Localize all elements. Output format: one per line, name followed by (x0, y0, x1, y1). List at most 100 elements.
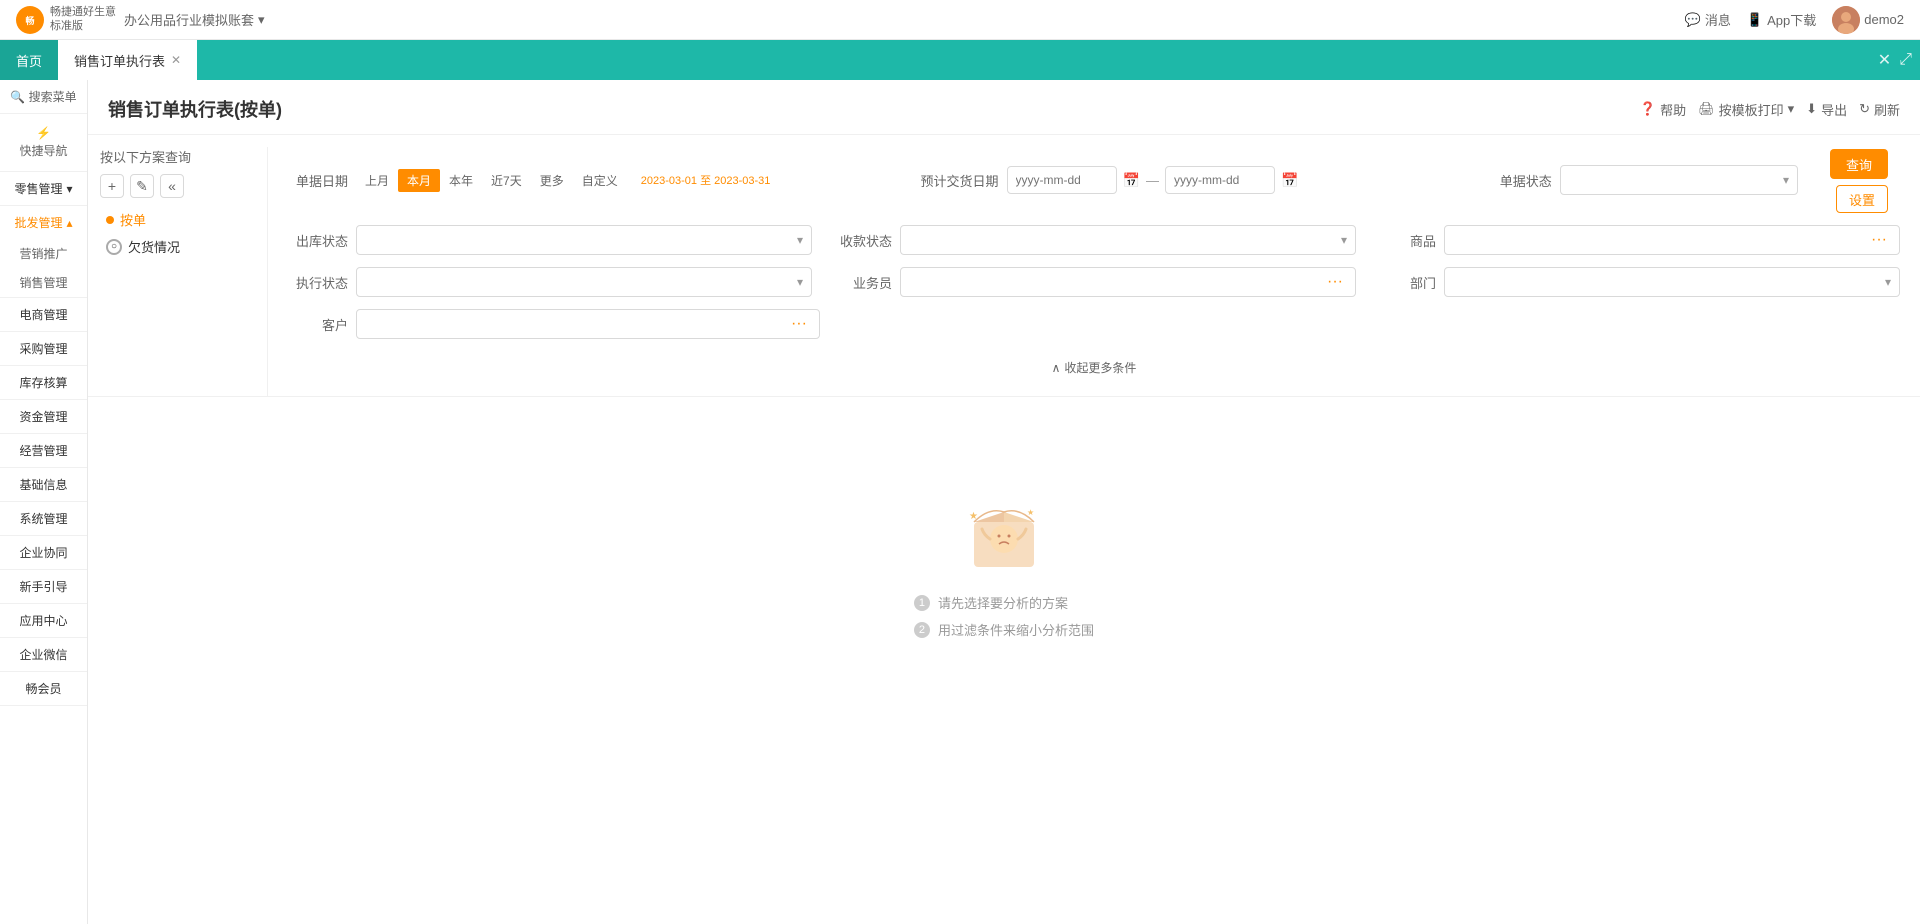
tab-expand-icon[interactable]: ⤢ (1899, 51, 1912, 69)
sidebar-newbie-header[interactable]: 新手引导 (0, 570, 87, 603)
logo-text: 畅捷通好生意 标准版 (50, 6, 116, 32)
sidebar-section-purchase: 采购管理 (0, 332, 87, 366)
sidebar-appstore-header[interactable]: 应用中心 (0, 604, 87, 637)
sidebar-section-system: 系统管理 (0, 502, 87, 536)
filter-scheme-panel: 按以下方案查询 + ✎ « 按单 ○ 欠货情况 (88, 147, 268, 396)
date-tabs: 上月 本月 本年 近7天 更多 自定义 (356, 169, 627, 192)
salesperson-ellipsis-icon[interactable]: ··· (1323, 273, 1347, 291)
payment-status-arrow-icon: ▾ (1341, 233, 1347, 247)
sidebar-section-finance: 资金管理 (0, 400, 87, 434)
sidebar-ops-header[interactable]: 经营管理 (0, 434, 87, 467)
logo-area: 畅 畅捷通好生意 标准版 (16, 6, 116, 34)
tab-close-icon[interactable]: ✕ (171, 53, 181, 67)
expected-date-to[interactable] (1165, 166, 1275, 194)
edit-scheme-button[interactable]: ✎ (130, 174, 154, 198)
date-tab-custom[interactable]: 自定义 (573, 169, 627, 192)
refresh-icon: ↻ (1859, 101, 1870, 117)
collapse-filter-button[interactable]: ∧ 收起更多条件 (288, 351, 1900, 384)
date-tab-last-month[interactable]: 上月 (356, 169, 398, 192)
exec-status-select[interactable]: ▾ (356, 267, 812, 297)
scheme-by-debt[interactable]: ○ 欠货情况 (100, 233, 255, 260)
tab-sales-exec[interactable]: 销售订单执行表 ✕ (58, 40, 197, 80)
app-title-dropdown[interactable]: 办公用品行业模拟账套 ▾ (124, 10, 265, 29)
main-layout: 🔍 搜索菜单 ⚡ 快捷导航 零售管理 ▾ 批发管理 ▴ 营销推广 (0, 80, 1920, 924)
dept-arrow-icon: ▾ (1885, 275, 1891, 289)
tab-bar-controls: ✕ ⤢ (1870, 40, 1920, 80)
filter-dept-field: 部门 ▾ (1376, 267, 1900, 297)
ship-status-select[interactable]: ▾ (356, 225, 812, 255)
help-button[interactable]: ❓ 帮助 (1640, 100, 1686, 119)
filter-exec-status-field: 执行状态 ▾ (288, 267, 812, 297)
settings-button[interactable]: 设置 (1836, 185, 1888, 213)
search-button[interactable]: 查询 (1830, 149, 1888, 179)
customer-ellipsis-icon[interactable]: ··· (787, 315, 811, 333)
collapse-scheme-button[interactable]: « (160, 174, 184, 198)
filter-ship-status-field: 出库状态 ▾ (288, 225, 812, 255)
scheme-by-order[interactable]: 按单 (100, 206, 255, 233)
calendar-icon-left: 📅 (1123, 172, 1140, 189)
product-input[interactable]: ··· (1444, 225, 1900, 255)
svg-text:★: ★ (969, 511, 978, 522)
date-tab-last7[interactable]: 近7天 (482, 169, 531, 192)
tip-num-2: 2 (914, 622, 930, 638)
payment-status-select[interactable]: ▾ (900, 225, 1356, 255)
sidebar-ecommerce-header[interactable]: 电商管理 (0, 298, 87, 331)
empty-state: ★ ★ 1 请先选择要分析的方案 2 用过滤条件来缩小分析范围 (88, 397, 1920, 719)
date-tab-this-year[interactable]: 本年 (440, 169, 482, 192)
sidebar: 🔍 搜索菜单 ⚡ 快捷导航 零售管理 ▾ 批发管理 ▴ 营销推广 (0, 80, 88, 924)
exec-status-label: 执行状态 (288, 273, 348, 292)
sidebar-section-appstore: 应用中心 (0, 604, 87, 638)
dept-select[interactable]: ▾ (1444, 267, 1900, 297)
sidebar-wechat-header[interactable]: 企业微信 (0, 638, 87, 671)
empty-illustration: ★ ★ (954, 477, 1054, 577)
exec-status-arrow-icon: ▾ (797, 275, 803, 289)
sidebar-retail-header[interactable]: 零售管理 ▾ (0, 172, 87, 205)
filter-row-3: 执行状态 ▾ 业务员 ··· 部门 (288, 267, 1900, 297)
sidebar-wholesale-header[interactable]: 批发管理 ▴ (0, 206, 87, 239)
filter-scheme-actions: + ✎ « (100, 174, 255, 198)
sidebar-member-header[interactable]: 畅会员 (0, 672, 87, 705)
tab-home[interactable]: 首页 (0, 40, 58, 80)
status-select[interactable]: ▾ (1560, 165, 1798, 195)
sidebar-section-inventory: 库存核算 (0, 366, 87, 400)
header-left: 畅 畅捷通好生意 标准版 办公用品行业模拟账套 ▾ (16, 6, 265, 34)
date-tab-more[interactable]: 更多 (531, 169, 573, 192)
product-ellipsis-icon[interactable]: ··· (1867, 231, 1891, 249)
content-area: 销售订单执行表(按单) ❓ 帮助 🖨 按模板打印 ▾ ⬇ 导出 ↻ 刷新 (88, 80, 1920, 924)
export-button[interactable]: ⬇ 导出 (1806, 100, 1847, 119)
sidebar-section-wechat: 企业微信 (0, 638, 87, 672)
refresh-button[interactable]: ↻ 刷新 (1859, 100, 1900, 119)
collapse-arrow-icon: ∧ (1052, 361, 1061, 375)
filter-action-buttons: 查询 设置 (1818, 147, 1900, 213)
inactive-scheme-icon: ○ (106, 239, 122, 255)
user-area[interactable]: demo2 (1832, 6, 1904, 34)
message-action[interactable]: 💬 消息 (1685, 10, 1731, 29)
tab-close-window-icon[interactable]: ✕ (1878, 50, 1891, 70)
filter-status-field: 单据状态 ▾ (1492, 165, 1798, 195)
sidebar-item-quick-nav[interactable]: ⚡ 快捷导航 (0, 118, 87, 167)
add-scheme-button[interactable]: + (100, 174, 124, 198)
svg-text:畅: 畅 (25, 15, 34, 26)
sidebar-search[interactable]: 🔍 搜索菜单 (0, 80, 87, 114)
sidebar-section-member: 畅会员 (0, 672, 87, 706)
sidebar-purchase-header[interactable]: 采购管理 (0, 332, 87, 365)
sidebar-section-basic: 基础信息 (0, 468, 87, 502)
filter-payment-status-field: 收款状态 ▾ (832, 225, 1356, 255)
user-avatar (1832, 6, 1860, 34)
expected-date-from[interactable] (1007, 166, 1117, 194)
sidebar-finance-header[interactable]: 资金管理 (0, 400, 87, 433)
sidebar-inventory-header[interactable]: 库存核算 (0, 366, 87, 399)
sidebar-corp-header[interactable]: 企业协同 (0, 536, 87, 569)
filter-right-panel: 单据日期 上月 本月 本年 近7天 更多 自定义 2023-03-01 至 20… (268, 147, 1920, 396)
sidebar-system-header[interactable]: 系统管理 (0, 502, 87, 535)
sidebar-basic-header[interactable]: 基础信息 (0, 468, 87, 501)
customer-input[interactable]: ··· (356, 309, 820, 339)
print-button[interactable]: 🖨 按模板打印 ▾ (1698, 100, 1794, 119)
salesperson-input[interactable]: ··· (900, 267, 1356, 297)
date-tab-this-month[interactable]: 本月 (398, 169, 440, 192)
top-header: 畅 畅捷通好生意 标准版 办公用品行业模拟账套 ▾ 💬 消息 📱 App下载 (0, 0, 1920, 40)
svg-text:★: ★ (1027, 508, 1034, 517)
sidebar-item-sales[interactable]: 销售管理 (0, 268, 87, 297)
sidebar-item-marketing[interactable]: 营销推广 (0, 239, 87, 268)
app-download-action[interactable]: 📱 App下载 (1747, 10, 1816, 29)
